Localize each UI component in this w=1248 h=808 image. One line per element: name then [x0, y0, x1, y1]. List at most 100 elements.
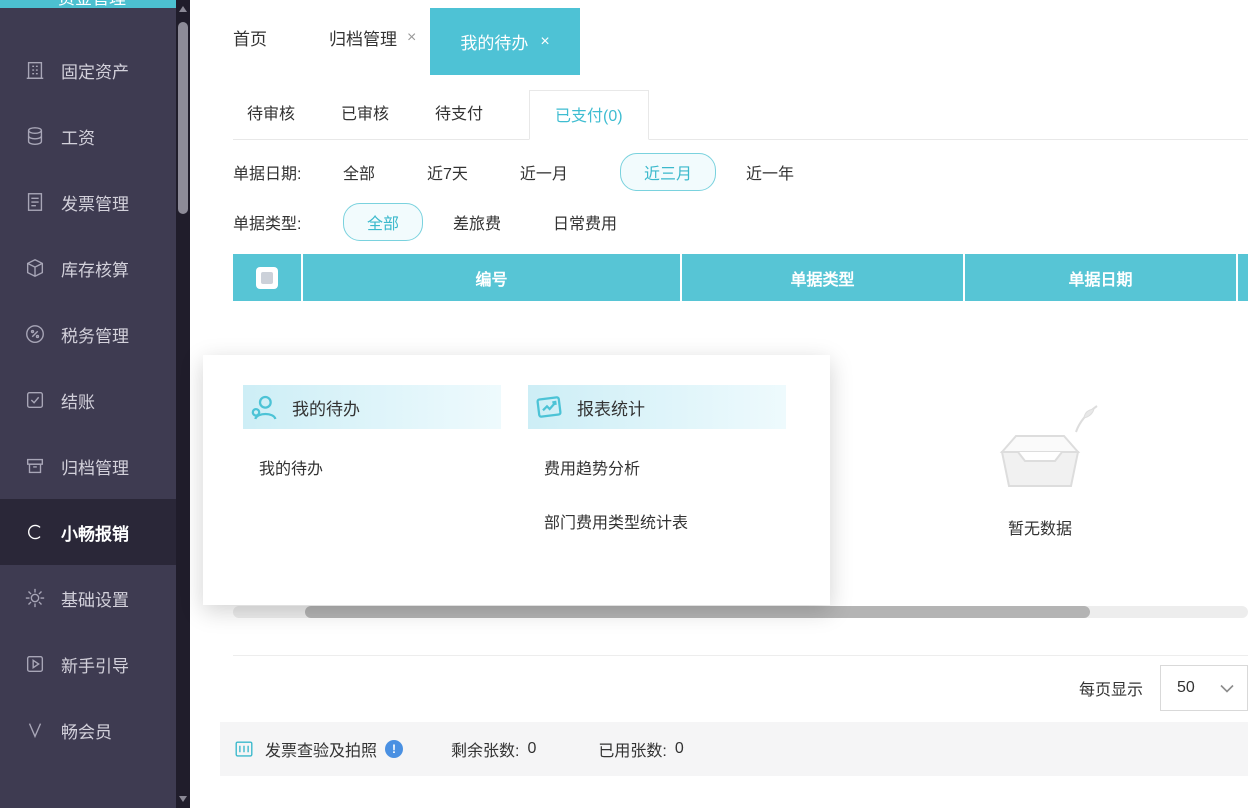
scroll-down-icon[interactable]	[179, 796, 187, 802]
chevron-down-icon	[1220, 684, 1234, 693]
menu-popup: 我的待办 我的待办 报表统计 费用趋势分析 部门费用类型统计表	[203, 355, 830, 605]
sidebar-item-label: 资金管理	[58, 0, 126, 8]
popup-todo-header[interactable]: 我的待办	[243, 385, 501, 429]
header-checkbox-cell	[233, 254, 301, 301]
sidebar-item-label: 归档管理	[61, 458, 129, 478]
sidebar-item-reimburse[interactable]: 小畅报销	[0, 499, 176, 565]
tab-label: 我的待办	[460, 34, 529, 53]
column-doc-type: 单据类型	[682, 254, 963, 301]
remaining-value: 0	[527, 740, 537, 757]
app-window: 资金管理 固定资产 工资 发票管理 库存核算 税务管理	[0, 0, 1248, 808]
sidebar-item-guide[interactable]: 新手引导	[0, 631, 176, 697]
filter-date-all[interactable]: 全部	[343, 160, 375, 184]
sidebar-item-fixed-assets[interactable]: 固定资产	[0, 37, 176, 103]
empty-state: 暂无数据	[950, 398, 1130, 539]
filter-date-3m-selected[interactable]: 近三月	[619, 152, 716, 191]
close-icon[interactable]: ×	[540, 33, 549, 51]
tab-label: 归档管理	[329, 30, 397, 49]
c-logo-icon	[28, 524, 41, 540]
horizontal-scrollbar[interactable]	[233, 606, 1248, 618]
sidebar-item-label: 固定资产	[61, 62, 129, 82]
filter-date-1m[interactable]: 近一月	[520, 160, 568, 184]
invoice-footer-bar: 发票查验及拍照 ! 剩余张数: 0 已用张数: 0	[220, 722, 1248, 776]
popup-title: 我的待办	[292, 399, 360, 419]
link-expense-trend[interactable]: 费用趋势分析	[544, 455, 786, 479]
sidebar-item-label: 基础设置	[61, 590, 129, 610]
close-icon[interactable]: ×	[407, 29, 416, 47]
filter-date-7d[interactable]: 近7天	[427, 160, 468, 184]
sidebar-item-label: 工资	[61, 128, 95, 148]
main-content: 首页 归档管理 × 我的待办 × 待审核 已审核 待支付 已支付(0) 单据日期…	[190, 0, 1248, 808]
link-dept-expense-table[interactable]: 部门费用类型统计表	[544, 509, 786, 533]
sidebar-item-funds[interactable]: 资金管理	[0, 0, 176, 8]
v-logo-icon	[28, 723, 42, 739]
pagination: 每页显示 50	[1079, 665, 1248, 711]
column-overflow	[1238, 254, 1248, 301]
sidebar-item-label: 结账	[61, 392, 95, 412]
checkbox-fill	[261, 271, 273, 284]
column-doc-date: 单据日期	[965, 254, 1236, 301]
link-my-todo[interactable]: 我的待办	[259, 455, 501, 479]
sidebar-item-label: 库存核算	[61, 260, 129, 280]
percent-icon	[26, 325, 44, 343]
column-number: 编号	[303, 254, 680, 301]
filter-type-daily[interactable]: 日常费用	[553, 210, 617, 234]
sidebar-item-settings[interactable]: 基础设置	[0, 565, 176, 631]
scroll-up-icon[interactable]	[179, 6, 187, 12]
sidebar-item-member[interactable]: 畅会员	[0, 697, 176, 763]
building-icon	[26, 61, 44, 79]
sidebar-item-archive[interactable]: 归档管理	[0, 433, 176, 499]
sidebar-item-invoice[interactable]: 发票管理	[0, 169, 176, 235]
sidebar-item-label: 畅会员	[61, 722, 112, 742]
scrollbar-thumb[interactable]	[178, 22, 188, 214]
sidebar-item-label: 小畅报销	[61, 524, 129, 544]
archive-icon	[26, 458, 44, 474]
check-doc-icon	[26, 391, 44, 409]
filter-type-travel[interactable]: 差旅费	[453, 210, 501, 234]
play-icon	[26, 655, 44, 673]
empty-text: 暂无数据	[1007, 521, 1072, 538]
tab-label: 首页	[233, 30, 267, 49]
horizontal-scrollbar-thumb[interactable]	[305, 606, 1090, 618]
tab-archive[interactable]: 归档管理 ×	[329, 0, 416, 75]
filter-date-1y[interactable]: 近一年	[746, 160, 794, 184]
coins-icon	[27, 127, 43, 145]
sidebar-scrollbar[interactable]	[176, 0, 190, 808]
sidebar-item-salary[interactable]: 工资	[0, 103, 176, 169]
remaining-label: 剩余张数:	[451, 743, 520, 760]
sidebar-item-closing[interactable]: 结账	[0, 367, 176, 433]
filter-type-all-selected[interactable]: 全部	[343, 202, 424, 241]
popup-todo-links: 我的待办	[243, 455, 501, 479]
sidebar-item-tax[interactable]: 税务管理	[0, 301, 176, 367]
sidebar-item-inventory[interactable]: 库存核算	[0, 235, 176, 301]
tab-pending-review[interactable]: 待审核	[247, 100, 295, 139]
tab-home[interactable]: 首页	[233, 0, 267, 75]
popup-report-header[interactable]: 报表统计	[528, 385, 786, 429]
sidebar: 资金管理 固定资产 工资 发票管理 库存核算 税务管理	[0, 0, 176, 808]
invoice-check-label[interactable]: 发票查验及拍照	[265, 737, 377, 761]
select-all-checkbox[interactable]	[256, 266, 278, 289]
tab-pending-pay[interactable]: 待支付	[435, 100, 483, 139]
sidebar-item-label: 发票管理	[61, 194, 129, 214]
user-icon	[251, 395, 277, 420]
popup-report-links: 费用趋势分析 部门费用类型统计表	[528, 455, 786, 533]
divider	[233, 655, 1248, 656]
popup-title: 报表统计	[577, 399, 645, 419]
tab-paid[interactable]: 已支付(0)	[529, 90, 649, 140]
tab-reviewed[interactable]: 已审核	[341, 100, 389, 139]
empty-box-icon	[999, 405, 1098, 487]
filter-type-row: 单据类型: 全部 差旅费 日常费用	[190, 202, 1248, 241]
box-icon	[26, 258, 44, 278]
tab-my-todo[interactable]: 我的待办 ×	[430, 8, 580, 75]
invoice-scan-icon	[235, 741, 253, 757]
page-size-value: 50	[1177, 679, 1195, 696]
invoice-icon	[27, 193, 43, 211]
page-size-select[interactable]: 50	[1160, 665, 1248, 711]
report-icon	[536, 396, 562, 418]
used-label: 已用张数:	[598, 743, 667, 760]
info-icon[interactable]: !	[385, 740, 404, 758]
sidebar-menu: 固定资产 工资 发票管理 库存核算 税务管理 结账 归档管理 小畅报销 基础设置…	[0, 37, 176, 763]
gear-icon	[25, 588, 45, 608]
table-header: 编号 单据类型 单据日期	[233, 254, 1248, 301]
filter-type-label: 单据类型:	[233, 215, 302, 233]
